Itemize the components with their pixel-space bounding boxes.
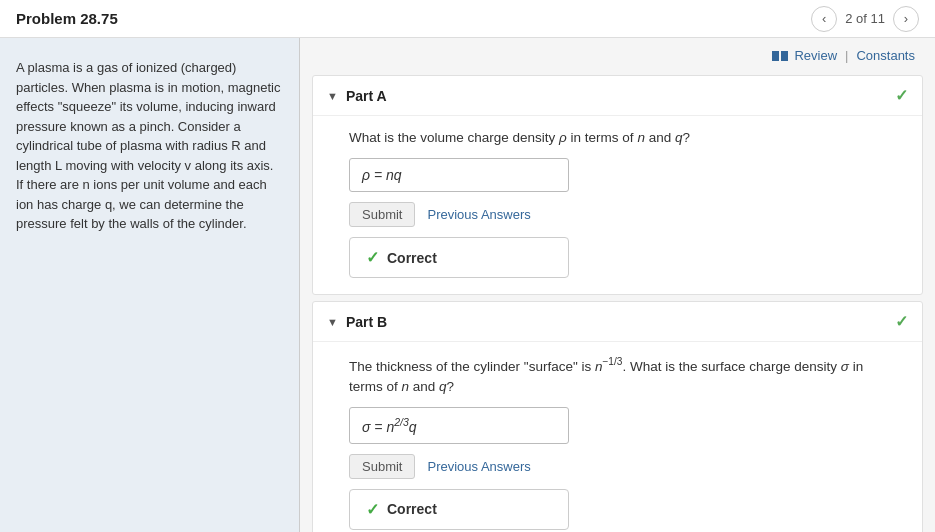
part-b-submit-button[interactable]: Submit [349, 454, 415, 479]
part-b-header-left: ▼ Part B [327, 314, 387, 330]
part-a-correct-badge: ✓ Correct [349, 237, 569, 278]
part-a-correct-label: Correct [387, 250, 437, 266]
part-b-question: The thickness of the cylinder "surface" … [349, 354, 898, 397]
part-b-title: Part B [346, 314, 387, 330]
nav-next-button[interactable]: › [893, 6, 919, 32]
part-a-header-left: ▼ Part A [327, 88, 387, 104]
constants-link[interactable]: Constants [856, 48, 915, 63]
part-b-answer-value: σ = n2/3q [362, 419, 417, 435]
part-b-section: ▼ Part B ✓ The thickness of the cylinder… [312, 301, 923, 532]
problem-title: Problem 28.75 [16, 10, 118, 27]
part-b-correct-icon: ✓ [366, 500, 379, 519]
nav-count: 2 of 11 [845, 11, 885, 26]
part-a-question: What is the volume charge density ρ in t… [349, 128, 898, 148]
main-layout: A plasma is a gas of ionized (charged) p… [0, 38, 935, 532]
part-a-submit-button[interactable]: Submit [349, 202, 415, 227]
main-content: Review | Constants ▼ Part A ✓ What is th… [300, 38, 935, 532]
part-a-answer-value: ρ = nq [362, 167, 402, 183]
top-bar: Problem 28.75 ‹ 2 of 11 › [0, 0, 935, 38]
problem-sidebar: A plasma is a gas of ionized (charged) p… [0, 38, 300, 532]
part-a-previous-answers-link[interactable]: Previous Answers [427, 207, 530, 222]
part-b-answer-input[interactable]: σ = n2/3q [349, 407, 569, 444]
part-b-check-icon: ✓ [895, 312, 908, 331]
part-b-correct-badge: ✓ Correct [349, 489, 569, 530]
part-b-previous-answers-link[interactable]: Previous Answers [427, 459, 530, 474]
part-a-section: ▼ Part A ✓ What is the volume charge den… [312, 75, 923, 295]
part-a-chevron-icon: ▼ [327, 90, 338, 102]
part-a-header[interactable]: ▼ Part A ✓ [313, 76, 922, 115]
review-bar: Review | Constants [300, 38, 935, 69]
part-a-title: Part A [346, 88, 387, 104]
part-b-chevron-icon: ▼ [327, 316, 338, 328]
part-a-action-row: Submit Previous Answers [349, 202, 898, 227]
part-b-header[interactable]: ▼ Part B ✓ [313, 302, 922, 341]
part-a-check-icon: ✓ [895, 86, 908, 105]
nav-controls: ‹ 2 of 11 › [811, 6, 919, 32]
part-a-answer-input[interactable]: ρ = nq [349, 158, 569, 192]
part-a-correct-icon: ✓ [366, 248, 379, 267]
review-icon [772, 51, 788, 61]
nav-prev-button[interactable]: ‹ [811, 6, 837, 32]
part-b-body: The thickness of the cylinder "surface" … [313, 341, 922, 532]
part-b-correct-label: Correct [387, 501, 437, 517]
review-link[interactable]: Review [794, 48, 837, 63]
pipe-separator: | [845, 48, 848, 63]
part-a-body: What is the volume charge density ρ in t… [313, 115, 922, 294]
part-b-action-row: Submit Previous Answers [349, 454, 898, 479]
problem-description: A plasma is a gas of ionized (charged) p… [16, 58, 283, 234]
